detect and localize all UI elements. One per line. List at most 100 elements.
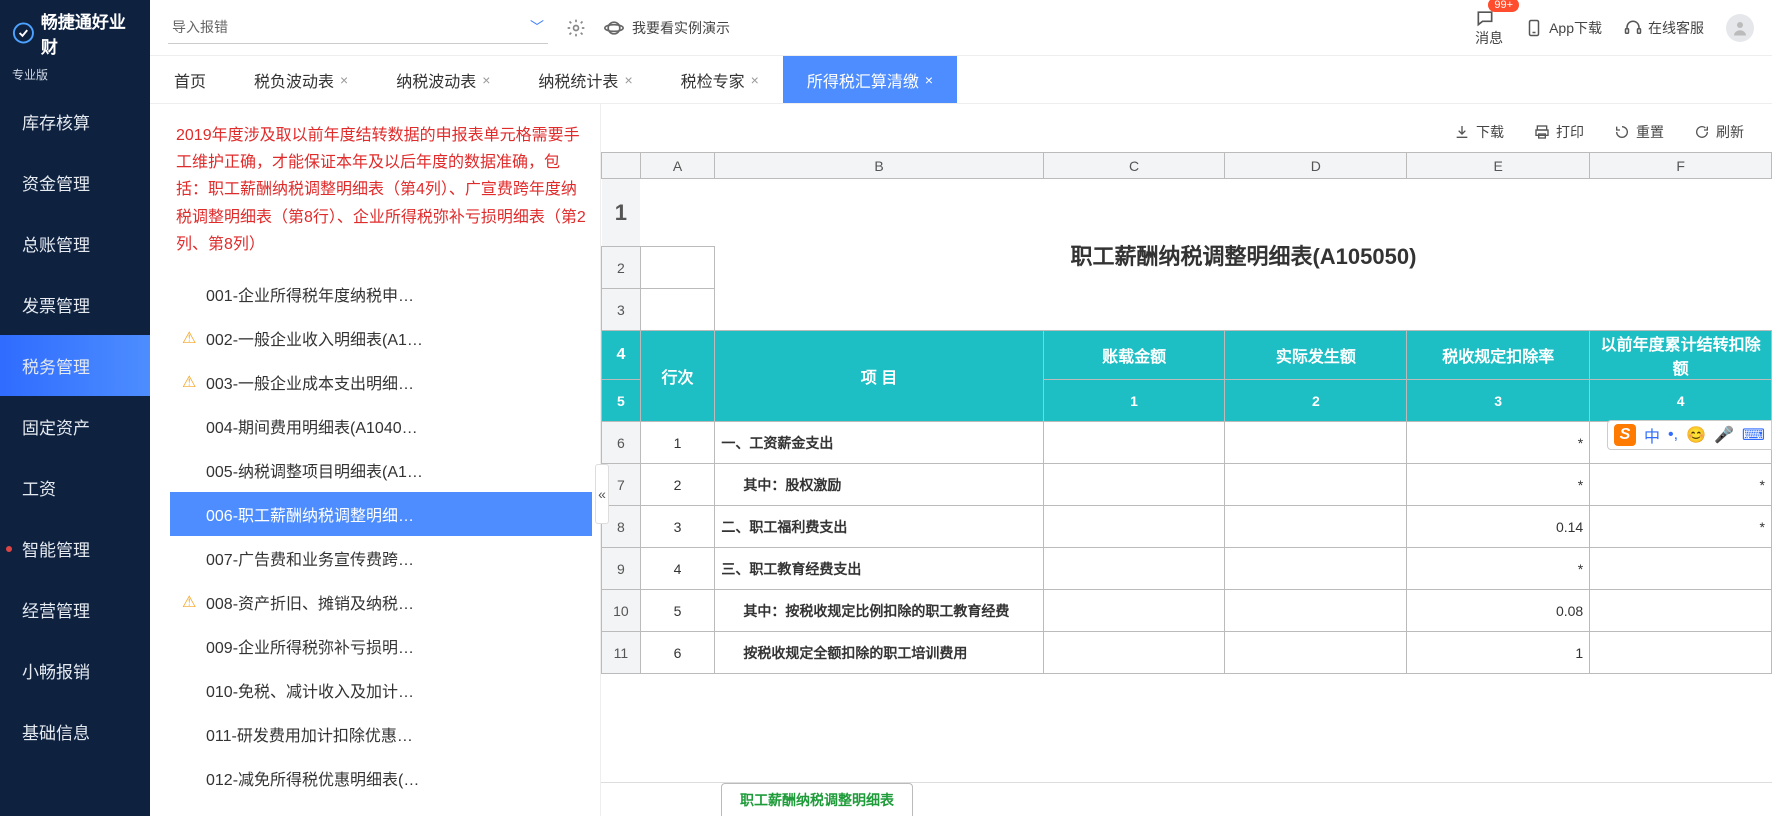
cell[interactable]: [1043, 506, 1225, 548]
cell[interactable]: 0.08: [1407, 590, 1590, 632]
tab[interactable]: 首页: [150, 56, 230, 103]
nav-item[interactable]: 总账管理: [0, 213, 150, 274]
report-item[interactable]: 006-职工薪酬纳税调整明细…: [170, 492, 592, 536]
avatar[interactable]: [1726, 14, 1754, 42]
report-item[interactable]: ⚠008-资产折旧、摊销及纳税…: [170, 580, 592, 624]
report-item[interactable]: ⚠003-一般企业成本支出明细…: [170, 360, 592, 404]
download-icon: [1454, 124, 1470, 140]
report-item[interactable]: 010-免税、减计收入及加计…: [170, 668, 592, 712]
row-number: 2: [640, 464, 715, 506]
cell[interactable]: [1590, 632, 1772, 674]
nav-item[interactable]: 基础信息: [0, 701, 150, 762]
col-c-header: 账载金额: [1043, 331, 1225, 380]
cell[interactable]: [1043, 422, 1225, 464]
cell[interactable]: [1590, 590, 1772, 632]
report-item[interactable]: ⚠002-一般企业收入明细表(A1…: [170, 316, 592, 360]
messages-button[interactable]: 消息 99+: [1475, 8, 1503, 48]
cell[interactable]: 0.14: [1407, 506, 1590, 548]
service-button[interactable]: 在线客服: [1624, 18, 1704, 38]
cell[interactable]: *: [1407, 422, 1590, 464]
report-item[interactable]: 007-广告费和业务宣传费跨…: [170, 536, 592, 580]
cell[interactable]: *: [1407, 464, 1590, 506]
ime-toolbar[interactable]: S 中 •, 😊 🎤 ⌨: [1607, 420, 1772, 450]
cell[interactable]: [1043, 464, 1225, 506]
nav-item[interactable]: 固定资产: [0, 396, 150, 457]
row-number: 1: [640, 422, 715, 464]
cell[interactable]: [1043, 548, 1225, 590]
close-icon[interactable]: ×: [624, 72, 632, 88]
spreadsheet[interactable]: ABCDEF1职工薪酬纳税调整明细表(A105050)234行次项 目账载金额实…: [601, 152, 1772, 782]
tab[interactable]: 税检专家×: [657, 56, 783, 103]
sheet-tab-active[interactable]: 职工薪酬纳税调整明细表: [721, 783, 913, 816]
col-header: B: [715, 153, 1043, 179]
sheet-title: 职工薪酬纳税调整明细表(A105050): [715, 179, 1772, 331]
item-cell: 其中：按税收规定比例扣除的职工教育经费: [715, 590, 1043, 632]
report-item[interactable]: 005-纳税调整项目明细表(A1…: [170, 448, 592, 492]
report-item[interactable]: 004-期间费用明细表(A1040…: [170, 404, 592, 448]
nav-item[interactable]: 经营管理: [0, 579, 150, 640]
nav-item[interactable]: 库存核算: [0, 91, 150, 152]
close-icon[interactable]: ×: [340, 72, 348, 88]
cell[interactable]: [1225, 464, 1407, 506]
refresh-icon: [1694, 124, 1710, 140]
cell[interactable]: *: [1590, 506, 1772, 548]
cell: [640, 179, 715, 247]
nav-item[interactable]: 智能管理: [0, 518, 150, 579]
download-button[interactable]: 下载: [1454, 122, 1504, 142]
warning-icon: ⚠: [182, 372, 196, 392]
col-b-header: 项 目: [715, 331, 1043, 422]
print-button[interactable]: 打印: [1534, 122, 1584, 142]
cell[interactable]: 1: [1407, 632, 1590, 674]
reset-button[interactable]: 重置: [1614, 122, 1664, 142]
report-item[interactable]: 011-研发费用加计扣除优惠…: [170, 712, 592, 756]
nav-item[interactable]: 税务管理: [0, 335, 150, 396]
item-cell: 按税收规定全额扣除的职工培训费用: [715, 632, 1043, 674]
cell[interactable]: [1225, 548, 1407, 590]
tab[interactable]: 纳税统计表×: [514, 56, 656, 103]
nav-item[interactable]: 资金管理: [0, 152, 150, 213]
cell[interactable]: [1225, 506, 1407, 548]
cell[interactable]: *: [1590, 464, 1772, 506]
warning-icon: ⚠: [182, 328, 196, 348]
col-header: C: [1043, 153, 1225, 179]
cell[interactable]: [1225, 632, 1407, 674]
tab[interactable]: 税负波动表×: [230, 56, 372, 103]
gear-icon[interactable]: [566, 18, 586, 38]
cell[interactable]: *: [1407, 548, 1590, 590]
tab[interactable]: 纳税波动表×: [372, 56, 514, 103]
cell[interactable]: [1225, 422, 1407, 464]
item-cell: 一、工资薪金支出: [715, 422, 1043, 464]
user-icon: [1731, 19, 1749, 37]
cell[interactable]: [1590, 548, 1772, 590]
col-header: A: [640, 153, 715, 179]
report-item[interactable]: 001-企业所得税年度纳税申…: [170, 272, 592, 316]
import-select[interactable]: 导入报错 ﹀: [168, 11, 548, 44]
close-icon[interactable]: ×: [482, 72, 490, 88]
item-cell: 二、职工福利费支出: [715, 506, 1043, 548]
close-icon[interactable]: ×: [751, 72, 759, 88]
app-download-button[interactable]: App下载: [1525, 18, 1602, 38]
badge-count: 99+: [1488, 0, 1519, 12]
print-icon: [1534, 124, 1550, 140]
refresh-button[interactable]: 刷新: [1694, 122, 1744, 142]
col-header: D: [1225, 153, 1407, 179]
cell[interactable]: [1043, 632, 1225, 674]
collapse-handle[interactable]: «: [595, 464, 609, 524]
demo-link[interactable]: 我要看实例演示: [604, 18, 730, 38]
chevron-down-icon: ﹀: [530, 17, 544, 37]
sidebar: 畅捷通好业财 专业版 库存核算资金管理总账管理发票管理税务管理固定资产工资智能管…: [0, 0, 150, 816]
row-number: 4: [640, 548, 715, 590]
cell[interactable]: [1225, 590, 1407, 632]
notification-dot-icon: [6, 546, 12, 552]
row-number: 3: [640, 506, 715, 548]
report-item[interactable]: 012-减免所得税优惠明细表(…: [170, 756, 592, 800]
notice-text: 2019年度涉及取以前年度结转数据的申报表单元格需要手工维护正确，才能保证本年及…: [170, 122, 592, 272]
nav-item[interactable]: 发票管理: [0, 274, 150, 335]
close-icon[interactable]: ×: [925, 72, 933, 88]
cell[interactable]: [1043, 590, 1225, 632]
nav-item[interactable]: 工资: [0, 457, 150, 518]
nav-item[interactable]: 小畅报销: [0, 640, 150, 701]
report-item[interactable]: 009-企业所得税弥补亏损明…: [170, 624, 592, 668]
phone-icon: [1525, 19, 1543, 37]
tab[interactable]: 所得税汇算清缴×: [783, 56, 957, 103]
